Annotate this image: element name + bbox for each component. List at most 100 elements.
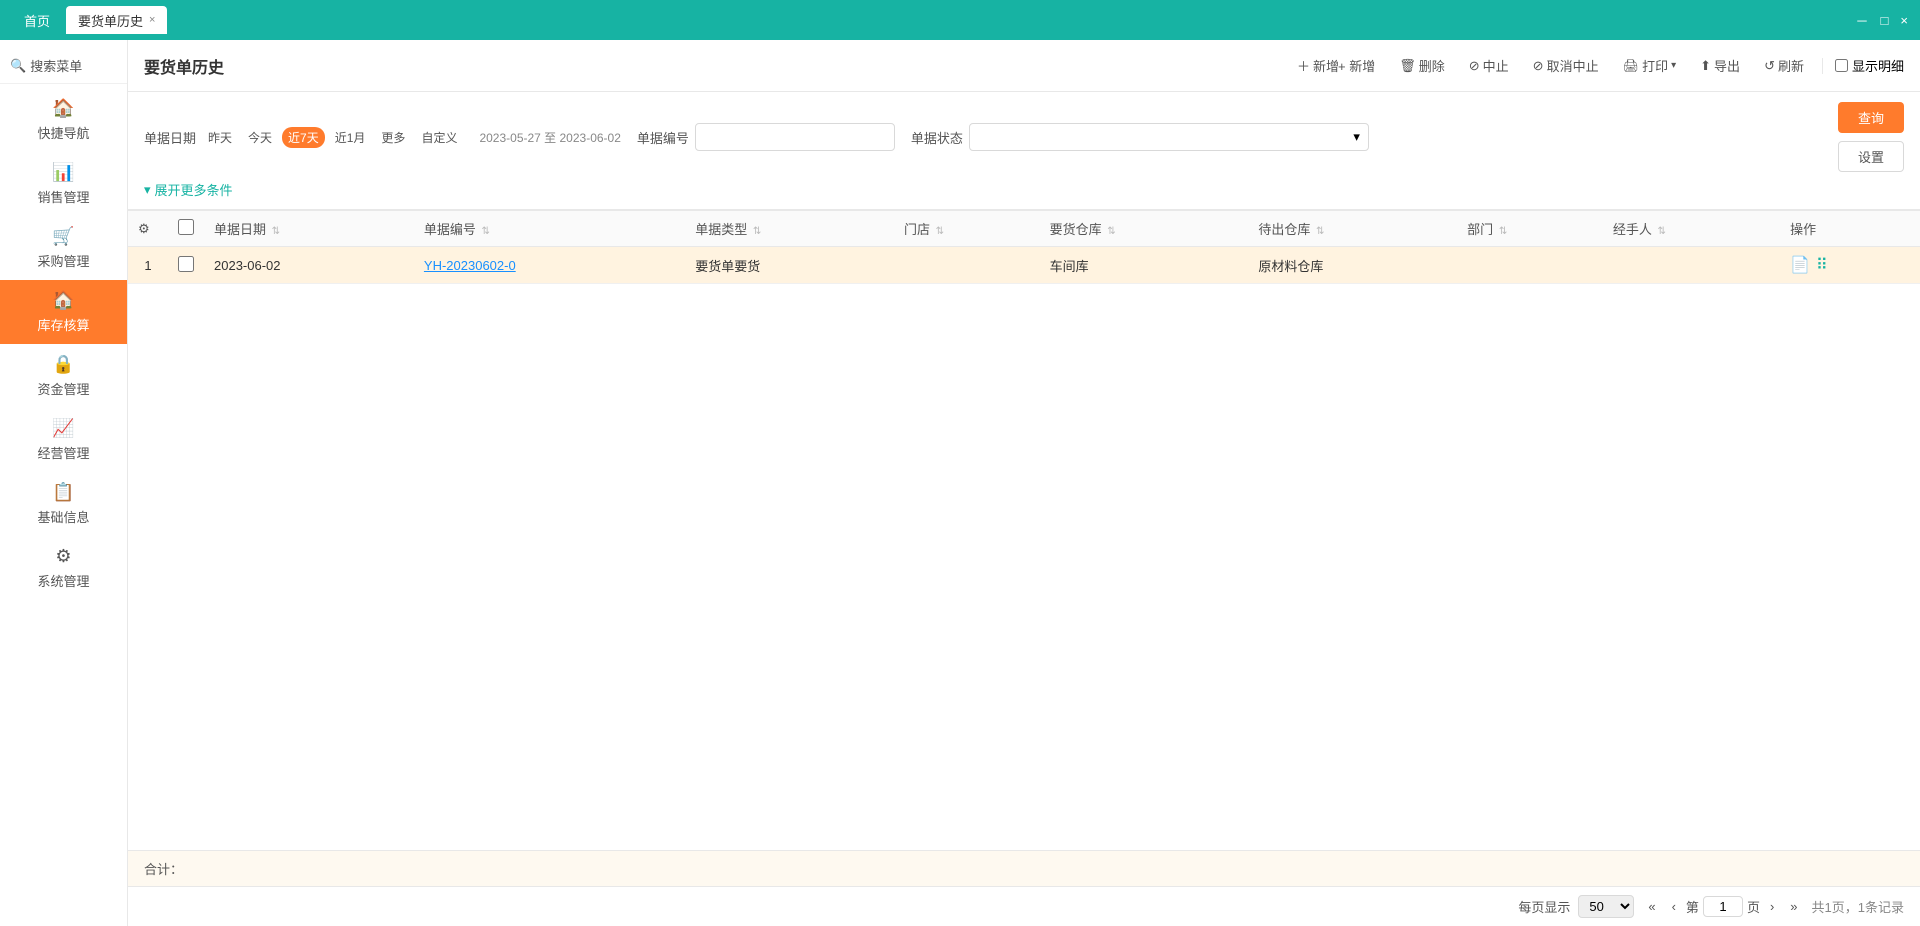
print-dropdown-icon: ▾ (1671, 60, 1676, 71)
prev-page-btn[interactable]: ‹ (1666, 897, 1682, 916)
date-range-display: 2023-05-27 至 2023-06-02 (479, 129, 620, 146)
row-actions: 📄 ⠿ (1780, 247, 1920, 284)
sort-icon-dept[interactable]: ⇅ (1499, 226, 1507, 237)
date-btn-today[interactable]: 今天 (242, 127, 278, 148)
status-select[interactable]: ▾ (969, 123, 1369, 151)
sort-icon-req-wh[interactable]: ⇅ (1107, 226, 1115, 237)
print-button[interactable]: 🖨 打印 ▾ (1617, 52, 1683, 79)
top-bar: 首页 要货单历史 × － □ × (0, 0, 1920, 40)
display-detail-checkbox[interactable] (1835, 59, 1848, 72)
row-checkbox-cell (168, 247, 204, 284)
sidebar-item-operations[interactable]: 📈 经营管理 (0, 408, 127, 472)
date-quick-btns: 昨天 今天 近7天 近1月 更多 自定义 (202, 127, 463, 148)
table-row: 1 2023-06-02 YH-20230602-0 要货单要货 车间库 原材料… (128, 247, 1920, 284)
operations-icon: 📈 (52, 418, 74, 439)
sidebar-item-finance[interactable]: 🔒 资金管理 (0, 344, 127, 408)
add-icon: ＋ (1297, 56, 1310, 75)
delete-icon: 🗑 (1399, 58, 1416, 74)
export-icon: ⬆ (1700, 58, 1711, 74)
order-no-link[interactable]: YH-20230602-0 (424, 258, 516, 273)
col-settings: ⚙ (128, 211, 168, 247)
query-button[interactable]: 查询 (1838, 102, 1904, 133)
last-page-btn[interactable]: » (1784, 897, 1803, 916)
date-btn-custom[interactable]: 自定义 (415, 127, 463, 148)
select-all-checkbox[interactable] (178, 219, 194, 235)
row-handler (1603, 247, 1780, 284)
row-order-no: YH-20230602-0 (414, 247, 685, 284)
sidebar-item-purchase[interactable]: 🛒 采购管理 (0, 216, 127, 280)
edit-icon[interactable]: ⠿ (1816, 255, 1828, 275)
date-btn-more[interactable]: 更多 (375, 127, 411, 148)
row-store (894, 247, 1040, 284)
sort-icon-pending-wh[interactable]: ⇅ (1316, 226, 1324, 237)
refresh-button[interactable]: ↺ 刷新 (1758, 52, 1810, 79)
col-store: 门店 ⇅ (894, 211, 1040, 247)
status-filter: 单据状态 ▾ (911, 123, 1822, 151)
add-button[interactable]: ＋ 新增+ 新增 (1291, 52, 1381, 79)
print-icon: 🖨 (1623, 58, 1640, 74)
tab-close-icon[interactable]: × (149, 14, 155, 26)
per-page-select[interactable]: 50 10 20 100 (1578, 895, 1634, 918)
page-number-input[interactable] (1703, 896, 1743, 917)
sidebar-item-sales[interactable]: 📊 销售管理 (0, 152, 127, 216)
date-btn-1month[interactable]: 近1月 (329, 127, 372, 148)
page-nav: « ‹ 第 页 › » (1642, 896, 1803, 917)
content-area: 要货单历史 ＋ 新增+ 新增 🗑 删除 ⊘ 中止 ⊘ 取消中止 (128, 40, 1920, 926)
col-checkbox (168, 211, 204, 247)
chart-icon: 📊 (52, 162, 74, 183)
sidebar-item-basic-info[interactable]: 📋 基础信息 (0, 472, 127, 536)
sidebar-search[interactable]: 🔍 搜索菜单 (0, 48, 127, 84)
first-page-btn[interactable]: « (1642, 897, 1661, 916)
order-no-filter: 单据编号 (637, 123, 895, 151)
expand-more-btn[interactable]: ▾ 展开更多条件 (144, 180, 1904, 199)
col-date: 单据日期 ⇅ (204, 211, 414, 247)
sort-icon-handler[interactable]: ⇅ (1657, 226, 1665, 237)
row-pending-warehouse: 原材料仓库 (1248, 247, 1457, 284)
date-btn-yesterday[interactable]: 昨天 (202, 127, 238, 148)
main-layout: 🔍 搜索菜单 🏠 快捷导航 📊 销售管理 🛒 采购管理 🏠 库存核算 🔒 资金管… (0, 40, 1920, 926)
sidebar-item-system[interactable]: ⚙ 系统管理 (0, 536, 127, 600)
inventory-icon: 🏠 (52, 290, 74, 311)
export-button[interactable]: ⬆ 导出 (1694, 52, 1746, 79)
next-page-btn[interactable]: › (1764, 897, 1780, 916)
footer-summary: 合计： (128, 850, 1920, 886)
cart-icon: 🛒 (52, 226, 74, 247)
pagination: 每页显示 50 10 20 100 « ‹ 第 页 › » 共1页，1条记录 (128, 886, 1920, 926)
cancel-stop-button[interactable]: ⊘ 取消中止 (1527, 52, 1605, 79)
close-btn[interactable]: × (1900, 13, 1908, 28)
gear-icon: ⚙ (55, 546, 71, 567)
row-date: 2023-06-02 (204, 247, 414, 284)
info-icon: 📋 (52, 482, 74, 503)
view-icon[interactable]: 📄 (1790, 255, 1810, 275)
window-controls: － □ × (1856, 11, 1908, 30)
tab-home[interactable]: 首页 (12, 6, 62, 34)
stop-button[interactable]: ⊘ 中止 (1463, 52, 1515, 79)
sort-icon-store[interactable]: ⇅ (936, 226, 944, 237)
filter-section: 单据日期 昨天 今天 近7天 近1月 更多 自定义 2023-05-27 至 2… (128, 92, 1920, 210)
settings-button[interactable]: 设置 (1838, 141, 1904, 172)
display-detail-toggle[interactable]: 显示明细 (1835, 56, 1904, 75)
tab-active[interactable]: 要货单历史 × (66, 6, 167, 34)
sidebar-item-inventory[interactable]: 🏠 库存核算 (0, 280, 127, 344)
col-handler: 经手人 ⇅ (1603, 211, 1780, 247)
col-dept: 部门 ⇅ (1457, 211, 1603, 247)
row-checkbox[interactable] (178, 256, 194, 272)
chevron-down-icon: ▾ (144, 182, 151, 198)
sort-icon-date[interactable]: ⇅ (272, 226, 280, 237)
action-buttons: 查询 设置 (1838, 102, 1904, 172)
minimize-btn[interactable]: － (1856, 11, 1869, 30)
sort-icon-type[interactable]: ⇅ (753, 226, 761, 237)
maximize-btn[interactable]: □ (1881, 13, 1889, 28)
date-btn-7days[interactable]: 近7天 (282, 127, 325, 148)
row-req-warehouse: 车间库 (1040, 247, 1249, 284)
col-order-no: 单据编号 ⇅ (414, 211, 685, 247)
col-order-type: 单据类型 ⇅ (685, 211, 894, 247)
delete-button[interactable]: 🗑 删除 (1393, 52, 1451, 79)
row-action-icons: 📄 ⠿ (1790, 255, 1910, 275)
settings-icon[interactable]: ⚙ (138, 221, 150, 236)
order-no-input[interactable] (695, 123, 895, 151)
sort-icon-orderno[interactable]: ⇅ (482, 226, 490, 237)
date-filter: 单据日期 昨天 今天 近7天 近1月 更多 自定义 (144, 127, 463, 148)
row-dept (1457, 247, 1603, 284)
sidebar-item-quick-nav[interactable]: 🏠 快捷导航 (0, 88, 127, 152)
